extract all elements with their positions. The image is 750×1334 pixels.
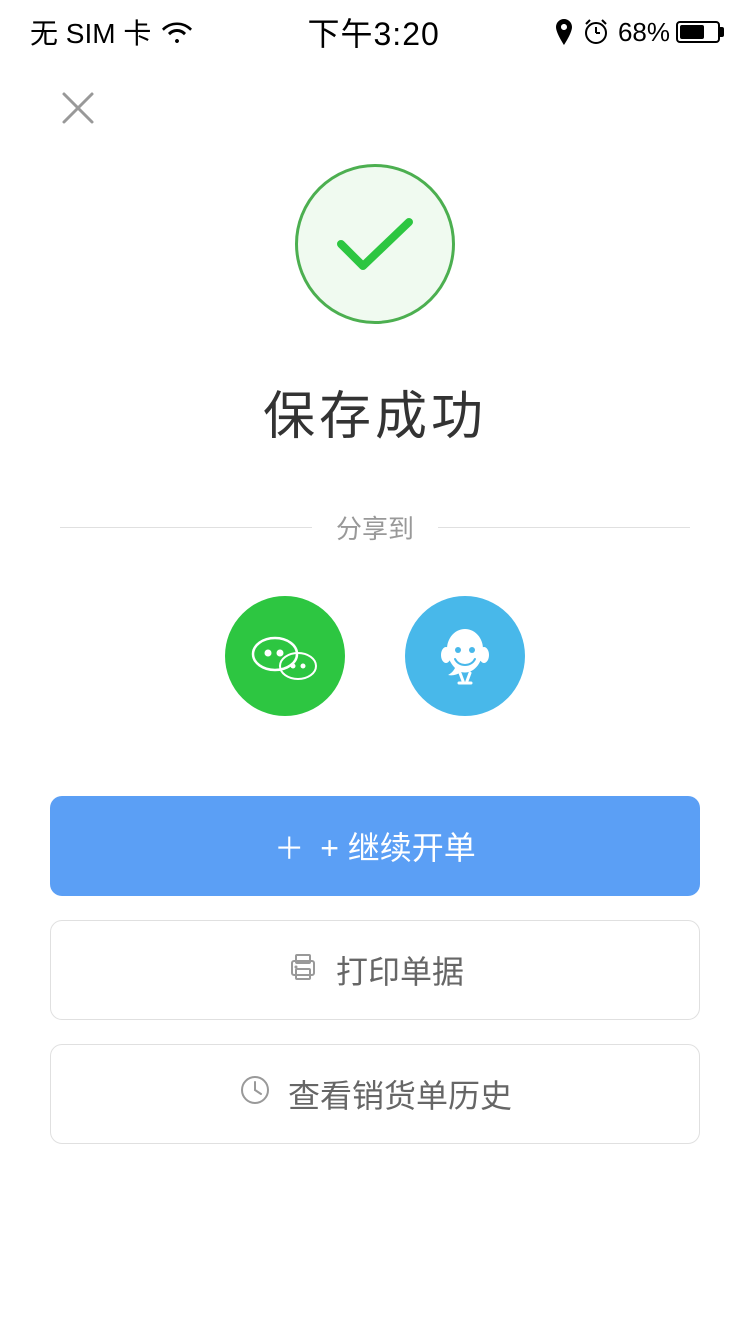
success-title: 保存成功 (263, 374, 487, 449)
history-label: 查看销货单历史 (288, 1071, 512, 1117)
qq-icon (435, 621, 495, 691)
divider-left (60, 527, 312, 528)
share-divider: 分享到 (0, 509, 750, 546)
share-icons (225, 596, 525, 716)
checkmark-icon (335, 214, 415, 274)
history-button[interactable]: 查看销货单历史 (50, 1044, 700, 1144)
alarm-icon (584, 19, 608, 45)
wifi-icon (161, 21, 193, 43)
qq-share-button[interactable] (405, 596, 525, 716)
print-button[interactable]: 打印单据 (50, 920, 700, 1020)
divider-right (438, 527, 690, 528)
plus-icon: ＋ (274, 824, 304, 868)
location-icon (554, 19, 574, 45)
main-content: 保存成功 分享到 (0, 64, 750, 1144)
share-label: 分享到 (312, 509, 438, 546)
wechat-icon (250, 626, 320, 686)
close-button[interactable] (50, 80, 106, 136)
status-left: 无 SIM 卡 (30, 12, 193, 52)
clock-icon (238, 1073, 272, 1115)
success-circle (295, 164, 455, 324)
status-bar: 无 SIM 卡 下午3:20 68% (0, 0, 750, 64)
printer-icon (286, 949, 320, 991)
continue-order-label: + 继续开单 (320, 823, 476, 869)
print-label: 打印单据 (336, 947, 464, 993)
battery-icon (676, 21, 720, 43)
wechat-share-button[interactable] (225, 596, 345, 716)
battery-percent: 68% (618, 17, 670, 48)
status-time: 下午3:20 (308, 9, 440, 55)
action-buttons: ＋ + 继续开单 打印单据 查看销货单 (0, 796, 750, 1144)
close-icon (60, 90, 96, 126)
carrier-label: 无 SIM 卡 (30, 12, 151, 52)
continue-order-button[interactable]: ＋ + 继续开单 (50, 796, 700, 896)
status-right: 68% (554, 17, 720, 48)
battery-container: 68% (618, 17, 720, 48)
